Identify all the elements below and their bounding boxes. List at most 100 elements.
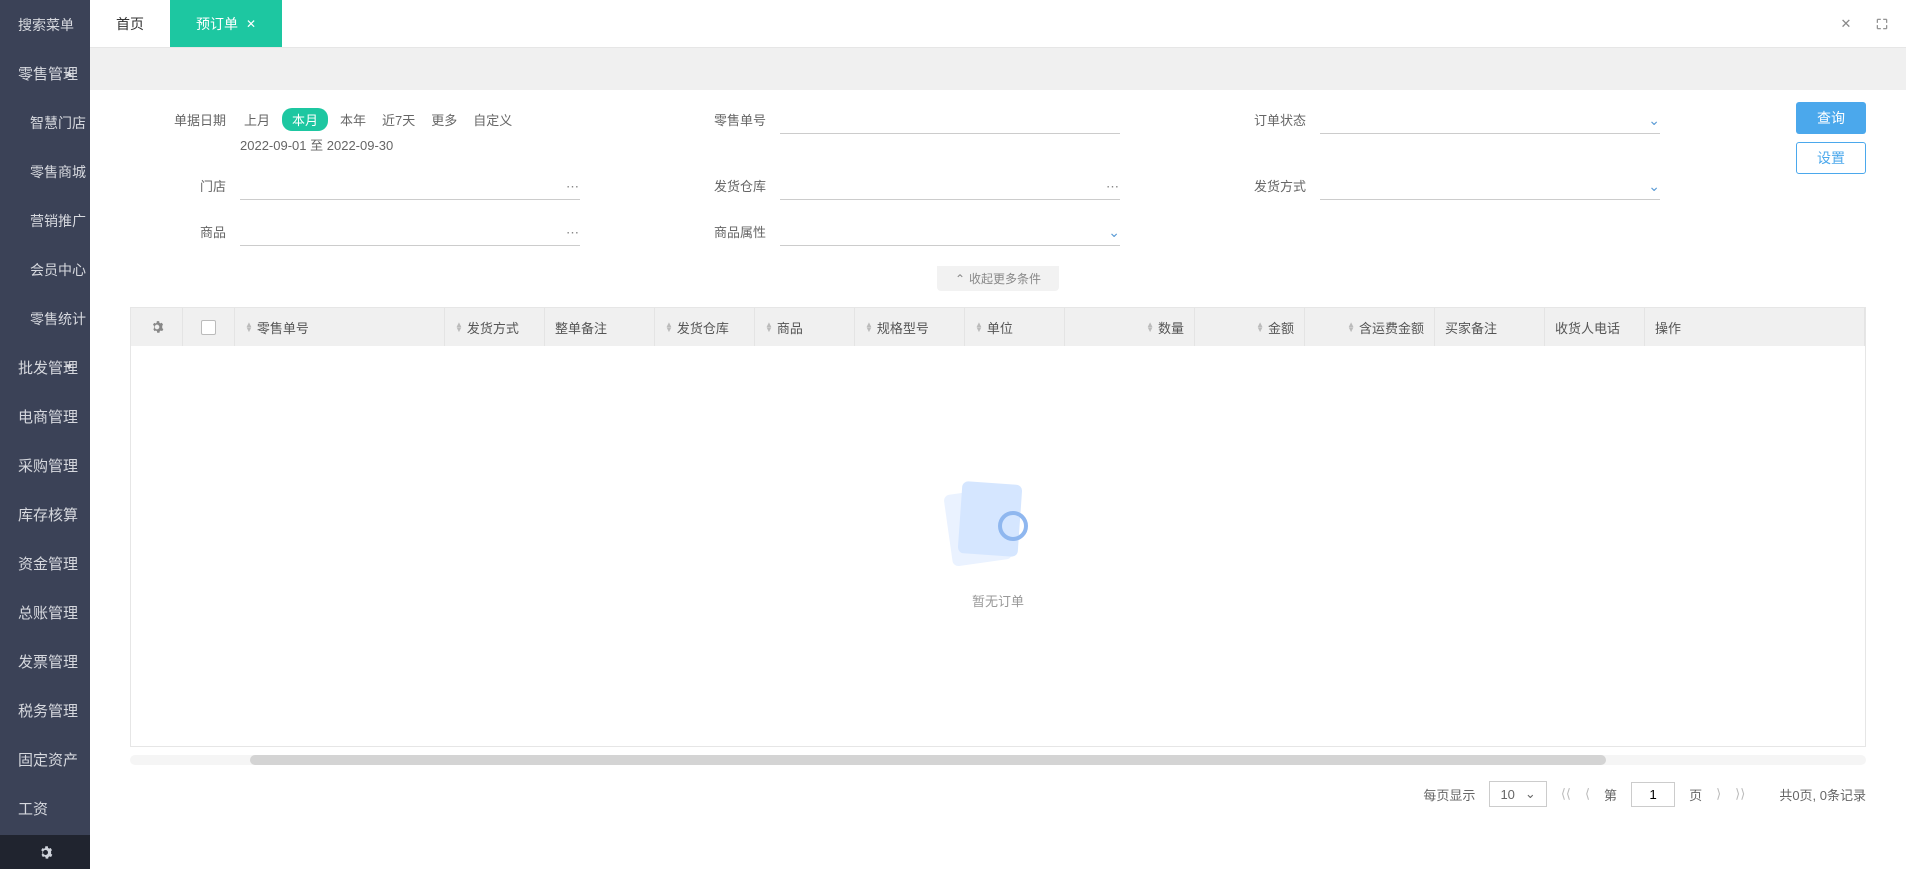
sort-icon: ▲▼ bbox=[1347, 322, 1355, 332]
column-header[interactable]: ▲▼ 数量 bbox=[1065, 308, 1195, 346]
more-icon[interactable]: ⋯ bbox=[1106, 179, 1120, 195]
sidebar-item-retail-stats[interactable]: 零售统计 bbox=[0, 294, 90, 343]
sidebar-group-invoice[interactable]: 发票管理 bbox=[0, 637, 90, 686]
chevron-up-icon: ⌃ bbox=[955, 272, 965, 286]
sidebar-group-wholesale[interactable]: 批发管理 ▼ bbox=[0, 343, 90, 392]
column-header[interactable]: 收货人电话 bbox=[1545, 308, 1645, 346]
column-header[interactable]: 买家备注 bbox=[1435, 308, 1545, 346]
sort-icon: ▲▼ bbox=[1256, 322, 1264, 332]
sidebar-group-ledger[interactable]: 总账管理 bbox=[0, 588, 90, 637]
column-label: 整单备注 bbox=[555, 318, 607, 337]
gear-icon[interactable] bbox=[38, 845, 53, 860]
sort-icon: ▲▼ bbox=[665, 322, 673, 332]
date-chip-7days[interactable]: 近7天 bbox=[378, 108, 419, 131]
date-chip-this-year[interactable]: 本年 bbox=[336, 108, 370, 131]
sort-icon: ▲▼ bbox=[765, 322, 773, 332]
sidebar-item-member-center[interactable]: 会员中心 bbox=[0, 245, 90, 294]
column-header[interactable]: 整单备注 bbox=[545, 308, 655, 346]
close-icon[interactable]: ✕ bbox=[246, 17, 256, 31]
sort-icon: ▲▼ bbox=[1146, 322, 1154, 332]
scrollbar-thumb[interactable] bbox=[250, 755, 1606, 765]
retail-no-input[interactable] bbox=[780, 108, 1120, 134]
date-label: 单据日期 bbox=[130, 108, 240, 134]
tab-home[interactable]: 首页 bbox=[90, 0, 170, 47]
sort-icon: ▲▼ bbox=[455, 322, 463, 332]
column-label: 发货方式 bbox=[467, 318, 519, 337]
close-all-icon[interactable]: ✕ bbox=[1832, 10, 1860, 38]
order-status-select[interactable]: ⌄ bbox=[1320, 108, 1660, 134]
retail-no-label: 零售单号 bbox=[670, 108, 780, 134]
product-select[interactable]: ⋯ bbox=[240, 220, 580, 246]
first-page-icon[interactable]: ⟨⟨ bbox=[1561, 786, 1571, 802]
column-label: 数量 bbox=[1158, 318, 1184, 337]
select-all[interactable] bbox=[183, 308, 235, 346]
sidebar-group-inventory[interactable]: 库存核算 bbox=[0, 490, 90, 539]
ship-warehouse-label: 发货仓库 bbox=[670, 174, 780, 200]
sidebar-search[interactable]: 搜索菜单 bbox=[0, 0, 90, 49]
filter-panel: 查询 设置 单据日期 上月 本月 本年 近7天 更多 自定义 bbox=[90, 90, 1906, 291]
prev-page-icon[interactable]: ⟨ bbox=[1585, 786, 1590, 802]
page-suffix: 页 bbox=[1689, 785, 1702, 804]
date-chip-last-month[interactable]: 上月 bbox=[240, 108, 274, 131]
tab-label: 首页 bbox=[116, 14, 144, 34]
tab-bar: 首页 预订单 ✕ ✕ bbox=[90, 0, 1906, 48]
column-label: 单位 bbox=[987, 318, 1013, 337]
sort-icon: ▲▼ bbox=[245, 322, 253, 332]
date-to: 2022-09-30 bbox=[327, 138, 394, 153]
sidebar-item-marketing[interactable]: 营销推广 bbox=[0, 196, 90, 245]
pager-summary: 共0页, 0条记录 bbox=[1779, 785, 1866, 804]
sidebar-group-retail[interactable]: 零售管理 ▲ bbox=[0, 49, 90, 98]
sidebar-group-fixed-assets[interactable]: 固定资产 bbox=[0, 735, 90, 784]
query-button[interactable]: 查询 bbox=[1796, 102, 1866, 134]
empty-text: 暂无订单 bbox=[972, 591, 1024, 610]
tab-preorder[interactable]: 预订单 ✕ bbox=[170, 0, 282, 47]
sidebar-group-purchase[interactable]: 采购管理 bbox=[0, 441, 90, 490]
page-input[interactable] bbox=[1631, 782, 1675, 807]
more-icon[interactable]: ⋯ bbox=[566, 225, 580, 241]
more-icon[interactable]: ⋯ bbox=[566, 179, 580, 195]
sidebar-item-retail-mall[interactable]: 零售商城 bbox=[0, 147, 90, 196]
column-header[interactable]: ▲▼ 规格型号 bbox=[855, 308, 965, 346]
sidebar-group-salary[interactable]: 工资 bbox=[0, 784, 90, 833]
column-settings[interactable] bbox=[131, 308, 183, 346]
column-header[interactable]: ▲▼单位 bbox=[965, 308, 1065, 346]
column-header[interactable]: ▲▼ 发货方式 bbox=[445, 308, 545, 346]
sidebar-item-smart-store[interactable]: 智慧门店 bbox=[0, 98, 90, 147]
column-header[interactable]: ▲▼商品 bbox=[755, 308, 855, 346]
collapse-label: 收起更多条件 bbox=[969, 270, 1041, 287]
column-label: 收货人电话 bbox=[1555, 318, 1620, 337]
data-table: ▲▼零售单号▲▼发货方式整单备注▲▼发货仓库▲▼商品▲▼规格型号▲▼单位▲▼数量… bbox=[130, 307, 1866, 747]
ship-warehouse-select[interactable]: ⋯ bbox=[780, 174, 1120, 200]
per-page-label: 每页显示 bbox=[1423, 785, 1475, 804]
ship-method-select[interactable]: ⌄ bbox=[1320, 174, 1660, 200]
fullscreen-icon[interactable] bbox=[1868, 10, 1896, 38]
date-chip-custom[interactable]: 自定义 bbox=[469, 108, 516, 131]
horizontal-scrollbar[interactable] bbox=[130, 755, 1866, 765]
column-header[interactable]: ▲▼金额 bbox=[1195, 308, 1305, 346]
empty-illustration bbox=[938, 483, 1058, 573]
sidebar-group-tax[interactable]: 税务管理 bbox=[0, 686, 90, 735]
column-header[interactable]: ▲▼含运费金额 bbox=[1305, 308, 1435, 346]
last-page-icon[interactable]: ⟩⟩ bbox=[1735, 786, 1745, 802]
sidebar-group-funds[interactable]: 资金管理 bbox=[0, 539, 90, 588]
chevron-down-icon: ⌄ bbox=[1525, 786, 1536, 802]
per-page-select[interactable]: 10 ⌄ bbox=[1489, 781, 1546, 807]
next-page-icon[interactable]: ⟩ bbox=[1716, 786, 1721, 802]
sort-icon: ▲▼ bbox=[865, 322, 873, 332]
collapse-filters-button[interactable]: ⌃ 收起更多条件 bbox=[937, 266, 1059, 291]
column-header[interactable]: ▲▼零售单号 bbox=[235, 308, 445, 346]
pagination: 每页显示 10 ⌄ ⟨⟨ ⟨ 第 页 ⟩ ⟩⟩ 共0页, 0条记录 bbox=[90, 765, 1906, 823]
sidebar-group-ecommerce[interactable]: 电商管理 bbox=[0, 392, 90, 441]
store-select[interactable]: ⋯ bbox=[240, 174, 580, 200]
product-attr-select[interactable]: ⌄ bbox=[780, 220, 1120, 246]
table-header: ▲▼零售单号▲▼发货方式整单备注▲▼发货仓库▲▼商品▲▼规格型号▲▼单位▲▼数量… bbox=[131, 308, 1865, 346]
column-label: 规格型号 bbox=[877, 318, 929, 337]
page-prefix: 第 bbox=[1604, 785, 1617, 804]
tab-label: 预订单 bbox=[196, 14, 238, 34]
settings-button[interactable]: 设置 bbox=[1796, 142, 1866, 174]
column-header[interactable]: 操作 bbox=[1645, 308, 1865, 346]
date-chip-more[interactable]: 更多 bbox=[427, 108, 461, 131]
column-header[interactable]: ▲▼发货仓库 bbox=[655, 308, 755, 346]
ship-method-label: 发货方式 bbox=[1210, 174, 1320, 200]
date-chip-this-month[interactable]: 本月 bbox=[282, 108, 328, 131]
